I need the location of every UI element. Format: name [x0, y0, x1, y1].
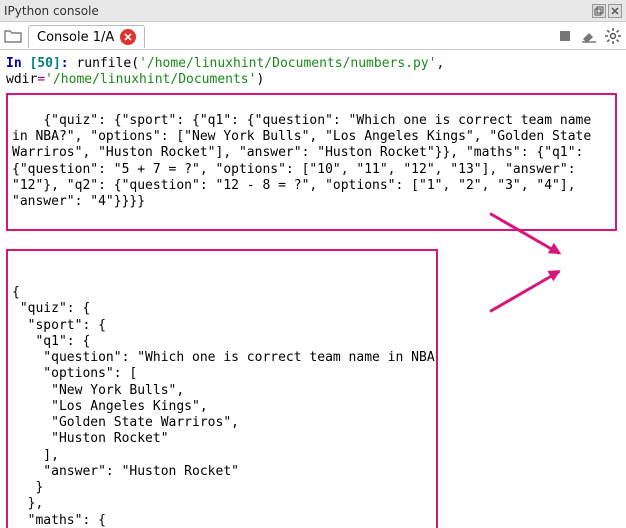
- input-line: In [50]: runfile('/home/linuxhint/Docume…: [6, 56, 620, 89]
- toolbar: Console 1/A: [0, 22, 626, 50]
- console-tab[interactable]: Console 1/A: [28, 25, 145, 48]
- prompt-in: In: [6, 56, 29, 71]
- arg-path: '/home/linuxhint/Documents/numbers.py': [139, 56, 436, 71]
- console-area[interactable]: In [50]: runfile('/home/linuxhint/Docume…: [0, 50, 626, 528]
- prompt-num: [50]: [29, 56, 60, 71]
- restore-icon[interactable]: [592, 4, 606, 18]
- prompt-colon: :: [61, 56, 77, 71]
- gear-icon[interactable]: [604, 27, 622, 45]
- annotation-arrow: [489, 270, 560, 313]
- window-close-icon[interactable]: [608, 4, 622, 18]
- pretty-json-output: { "quiz": { "sport": { "q1": { "question…: [6, 249, 438, 528]
- stop-icon[interactable]: [556, 27, 574, 45]
- folder-icon[interactable]: [4, 28, 22, 44]
- window-title: IPython console: [4, 4, 590, 18]
- tab-label: Console 1/A: [37, 30, 114, 45]
- raw-json-output: {"quiz": {"sport": {"q1": {"question": "…: [6, 93, 617, 231]
- tab-close-icon[interactable]: [120, 29, 136, 45]
- runfile-call: runfile: [76, 56, 131, 71]
- arg-wdir: '/home/linuxhint/Documents': [45, 72, 256, 87]
- clear-icon[interactable]: [580, 27, 598, 45]
- raw-json-text: {"quiz": {"sport": {"q1": {"question": "…: [12, 113, 599, 209]
- pretty-json-text: { "quiz": { "sport": { "q1": { "question…: [12, 285, 432, 528]
- window-titlebar: IPython console: [0, 0, 626, 22]
